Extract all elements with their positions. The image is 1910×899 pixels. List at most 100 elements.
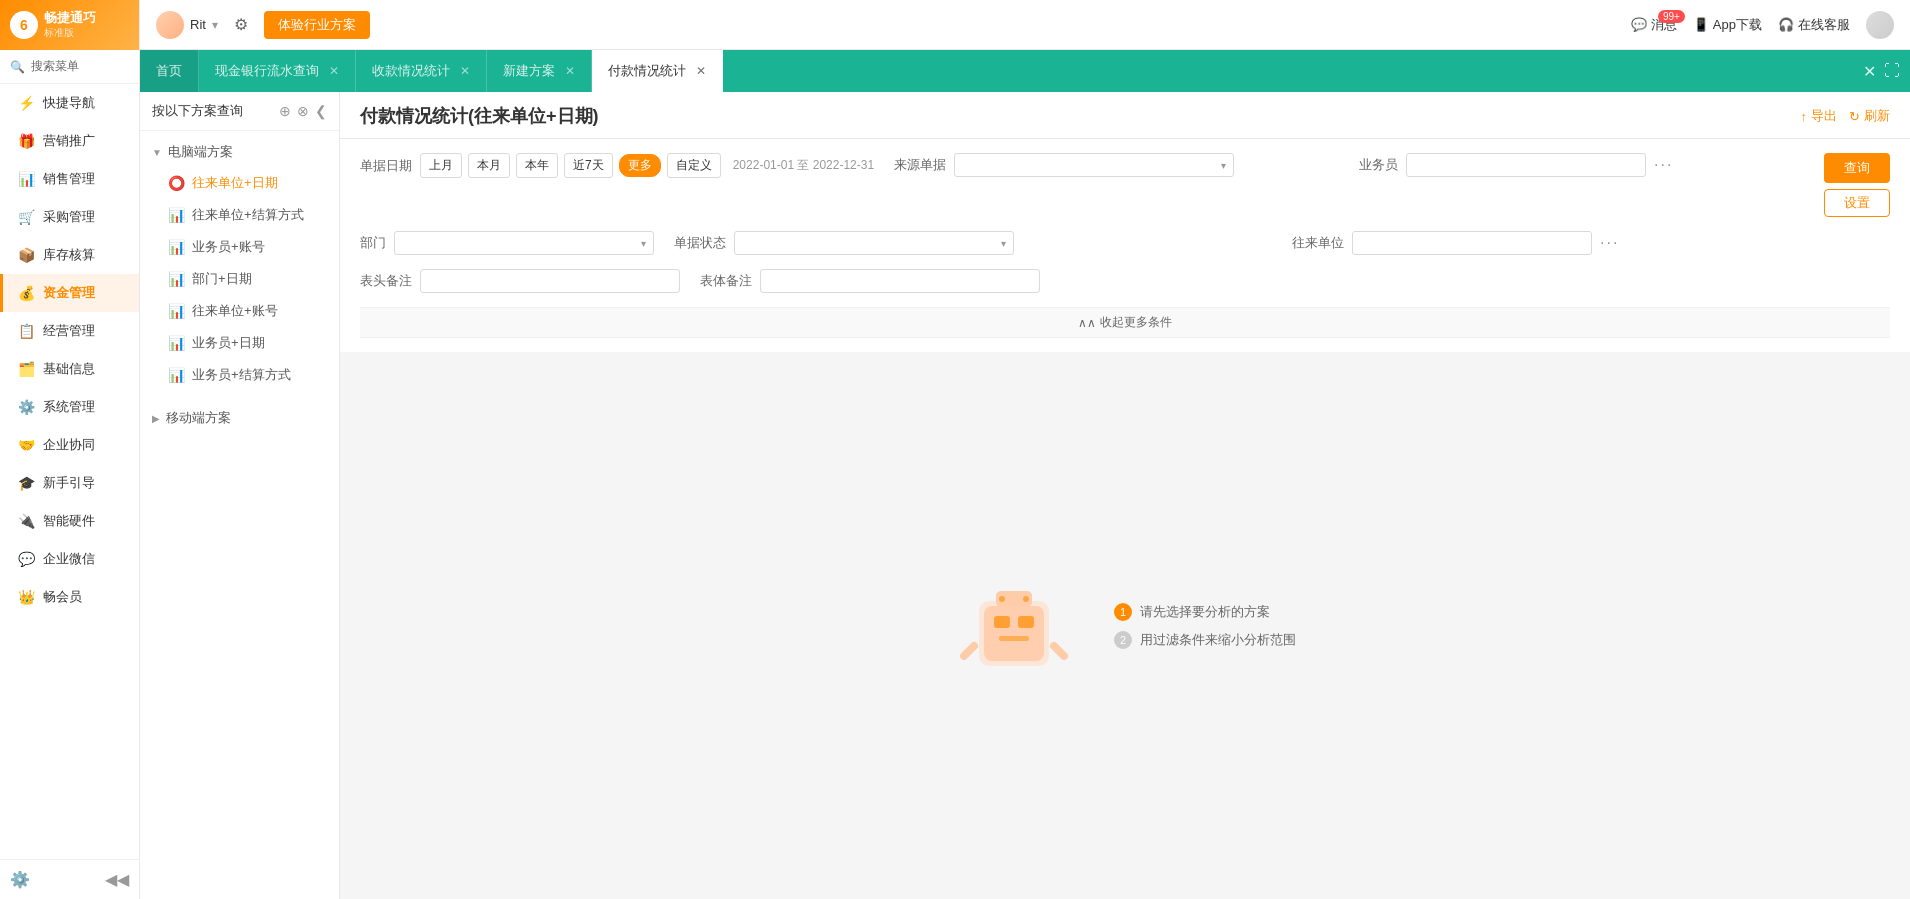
sidebar-item-sales[interactable]: 📊 销售管理 — [0, 160, 139, 198]
operations-icon: 📋 — [17, 322, 35, 340]
dept-date-icon: 📊 — [168, 271, 184, 287]
scheme-item-unit-date[interactable]: ⭕ 往来单位+日期 — [140, 167, 339, 199]
hint-1-text: 请先选择要分析的方案 — [1140, 603, 1270, 621]
doc-status-select[interactable] — [734, 231, 1014, 255]
app-download-btn[interactable]: 📱 App下载 — [1693, 16, 1762, 34]
page-title: 付款情况统计(往来单位+日期) — [360, 104, 599, 128]
sidebar-item-member[interactable]: 👑 畅会员 — [0, 578, 139, 616]
salesperson-input[interactable] — [1406, 153, 1646, 177]
enterprise-icon: 🤝 — [17, 436, 35, 454]
collapse-sidebar-icon[interactable]: ◀◀ — [105, 870, 129, 889]
smart-hw-icon: 🔌 — [17, 512, 35, 530]
scheme-item-unit-account[interactable]: 📊 往来单位+账号 — [140, 295, 339, 327]
scheme-item-staff-settle[interactable]: 📊 业务员+结算方式 — [140, 359, 339, 391]
staff-settle-icon: 📊 — [168, 367, 184, 383]
date-btn-more[interactable]: 更多 — [619, 154, 661, 177]
username: Rit — [190, 17, 206, 32]
user-dropdown-icon[interactable]: ▾ — [212, 18, 218, 32]
header-note-input[interactable] — [420, 269, 680, 293]
body-note-input[interactable] — [760, 269, 1040, 293]
tab-close-all-icon[interactable]: ✕ — [1863, 62, 1876, 81]
notifications-btn[interactable]: 💬 消息 99+ — [1631, 16, 1677, 34]
purchase-icon: 🛒 — [17, 208, 35, 226]
sidebar-item-system[interactable]: ⚙️ 系统管理 — [0, 388, 139, 426]
tab-bank-flow[interactable]: 现金银行流水查询 ✕ — [199, 50, 356, 92]
source-select-wrap: ▾ — [954, 153, 1234, 177]
unit-settle-icon: 📊 — [168, 207, 184, 223]
date-btn-this-month[interactable]: 本月 — [468, 153, 510, 178]
query-btn[interactable]: 查询 — [1824, 153, 1890, 183]
salesperson-dots[interactable]: ··· — [1654, 156, 1673, 174]
sidebar-item-enterprise[interactable]: 🤝 企业协同 — [0, 426, 139, 464]
sidebar-item-label: 智能硬件 — [43, 512, 95, 530]
filter-row-2: 部门 ▾ 单据状态 — [360, 231, 1890, 255]
export-btn[interactable]: ↑ 导出 — [1801, 107, 1838, 125]
sidebar-item-marketing[interactable]: 🎁 营销推广 — [0, 122, 139, 160]
tab-home[interactable]: 首页 — [140, 50, 199, 92]
date-btn-last-month[interactable]: 上月 — [420, 153, 462, 178]
sidebar: 6 畅捷通巧 标准版 🔍 搜索菜单 ⚡ 快捷导航 🎁 营销推广 📊 销售管理 🛒… — [0, 0, 140, 899]
tab-maximize-icon[interactable]: ⛶ — [1884, 62, 1900, 80]
scheme-item-label: 往来单位+账号 — [192, 302, 278, 320]
tab-new-scheme-close[interactable]: ✕ — [565, 64, 575, 78]
mobile-scheme-group-title[interactable]: ▶ 移动端方案 — [140, 403, 339, 433]
tab-payment-stats-label: 付款情况统计 — [608, 62, 686, 80]
filter-doc-status: 单据状态 ▾ — [674, 231, 1272, 255]
trial-btn[interactable]: 体验行业方案 — [264, 11, 370, 39]
tab-new-scheme-label: 新建方案 — [503, 62, 555, 80]
tab-new-scheme[interactable]: 新建方案 ✕ — [487, 50, 592, 92]
scheme-item-label: 业务员+日期 — [192, 334, 265, 352]
sidebar-item-wechat[interactable]: 💬 企业微信 — [0, 540, 139, 578]
tab-receipt-stats-close[interactable]: ✕ — [460, 64, 470, 78]
tab-bank-flow-close[interactable]: ✕ — [329, 64, 339, 78]
sidebar-item-label: 系统管理 — [43, 398, 95, 416]
filter-area: 单据日期 上月 本月 本年 近7天 更多 自定义 2022-01-01 至 20… — [340, 139, 1910, 352]
scheme-panel-title: 按以下方案查询 — [152, 102, 243, 120]
collapse-scheme-icon[interactable]: ❮ — [315, 103, 327, 119]
sidebar-item-quick-nav[interactable]: ⚡ 快捷导航 — [0, 84, 139, 122]
sidebar-item-purchase[interactable]: 🛒 采购管理 — [0, 198, 139, 236]
partner-dots[interactable]: ··· — [1600, 234, 1619, 252]
settings-gear-icon[interactable]: ⚙ — [234, 15, 248, 34]
sidebar-item-finance[interactable]: 💰 资金管理 — [0, 274, 139, 312]
settings-scheme-icon[interactable]: ⊗ — [297, 103, 309, 119]
topbar-user-avatar[interactable] — [1866, 11, 1894, 39]
empty-illustration — [954, 566, 1074, 686]
search-menu[interactable]: 🔍 搜索菜单 — [0, 50, 139, 84]
scheme-item-label: 业务员+结算方式 — [192, 366, 291, 384]
source-select[interactable] — [954, 153, 1234, 177]
sidebar-footer: ⚙️ ◀◀ — [0, 859, 139, 899]
settings-icon[interactable]: ⚙️ — [10, 870, 30, 889]
sidebar-item-basic-info[interactable]: 🗂️ 基础信息 — [0, 350, 139, 388]
pc-scheme-group-title[interactable]: ▼ 电脑端方案 — [140, 137, 339, 167]
refresh-btn[interactable]: ↻ 刷新 — [1849, 107, 1890, 125]
avatar — [156, 11, 184, 39]
scheme-item-staff-account[interactable]: 📊 业务员+账号 — [140, 231, 339, 263]
dept-select[interactable] — [394, 231, 654, 255]
collapse-filters-btn[interactable]: ∧∧ 收起更多条件 — [360, 307, 1890, 338]
date-btn-last-7days[interactable]: 近7天 — [564, 153, 613, 178]
sales-icon: 📊 — [17, 170, 35, 188]
filter-actions: 查询 设置 — [1824, 153, 1890, 217]
filter-source: 来源单据 ▾ — [894, 153, 1339, 177]
tab-payment-stats[interactable]: 付款情况统计 ✕ — [592, 50, 723, 92]
scheme-item-dept-date[interactable]: 📊 部门+日期 — [140, 263, 339, 295]
date-btn-this-year[interactable]: 本年 — [516, 153, 558, 178]
scheme-item-unit-settle[interactable]: 📊 往来单位+结算方式 — [140, 199, 339, 231]
tabbar-actions: ✕ ⛶ — [1853, 50, 1910, 92]
sidebar-item-operations[interactable]: 📋 经营管理 — [0, 312, 139, 350]
tab-receipt-stats[interactable]: 收款情况统计 ✕ — [356, 50, 487, 92]
sidebar-item-inventory[interactable]: 📦 库存核算 — [0, 236, 139, 274]
sidebar-item-label: 快捷导航 — [43, 94, 95, 112]
add-scheme-icon[interactable]: ⊕ — [279, 103, 291, 119]
tab-payment-stats-close[interactable]: ✕ — [696, 64, 706, 78]
partner-input[interactable] — [1352, 231, 1592, 255]
scheme-item-staff-date[interactable]: 📊 业务员+日期 — [140, 327, 339, 359]
sidebar-item-smart-hw[interactable]: 🔌 智能硬件 — [0, 502, 139, 540]
svg-rect-1 — [984, 606, 1044, 661]
date-btn-custom[interactable]: 自定义 — [667, 153, 721, 178]
online-service-btn[interactable]: 🎧 在线客服 — [1778, 16, 1850, 34]
settings-btn[interactable]: 设置 — [1824, 189, 1890, 217]
scheme-item-label: 部门+日期 — [192, 270, 252, 288]
sidebar-item-guide[interactable]: 🎓 新手引导 — [0, 464, 139, 502]
